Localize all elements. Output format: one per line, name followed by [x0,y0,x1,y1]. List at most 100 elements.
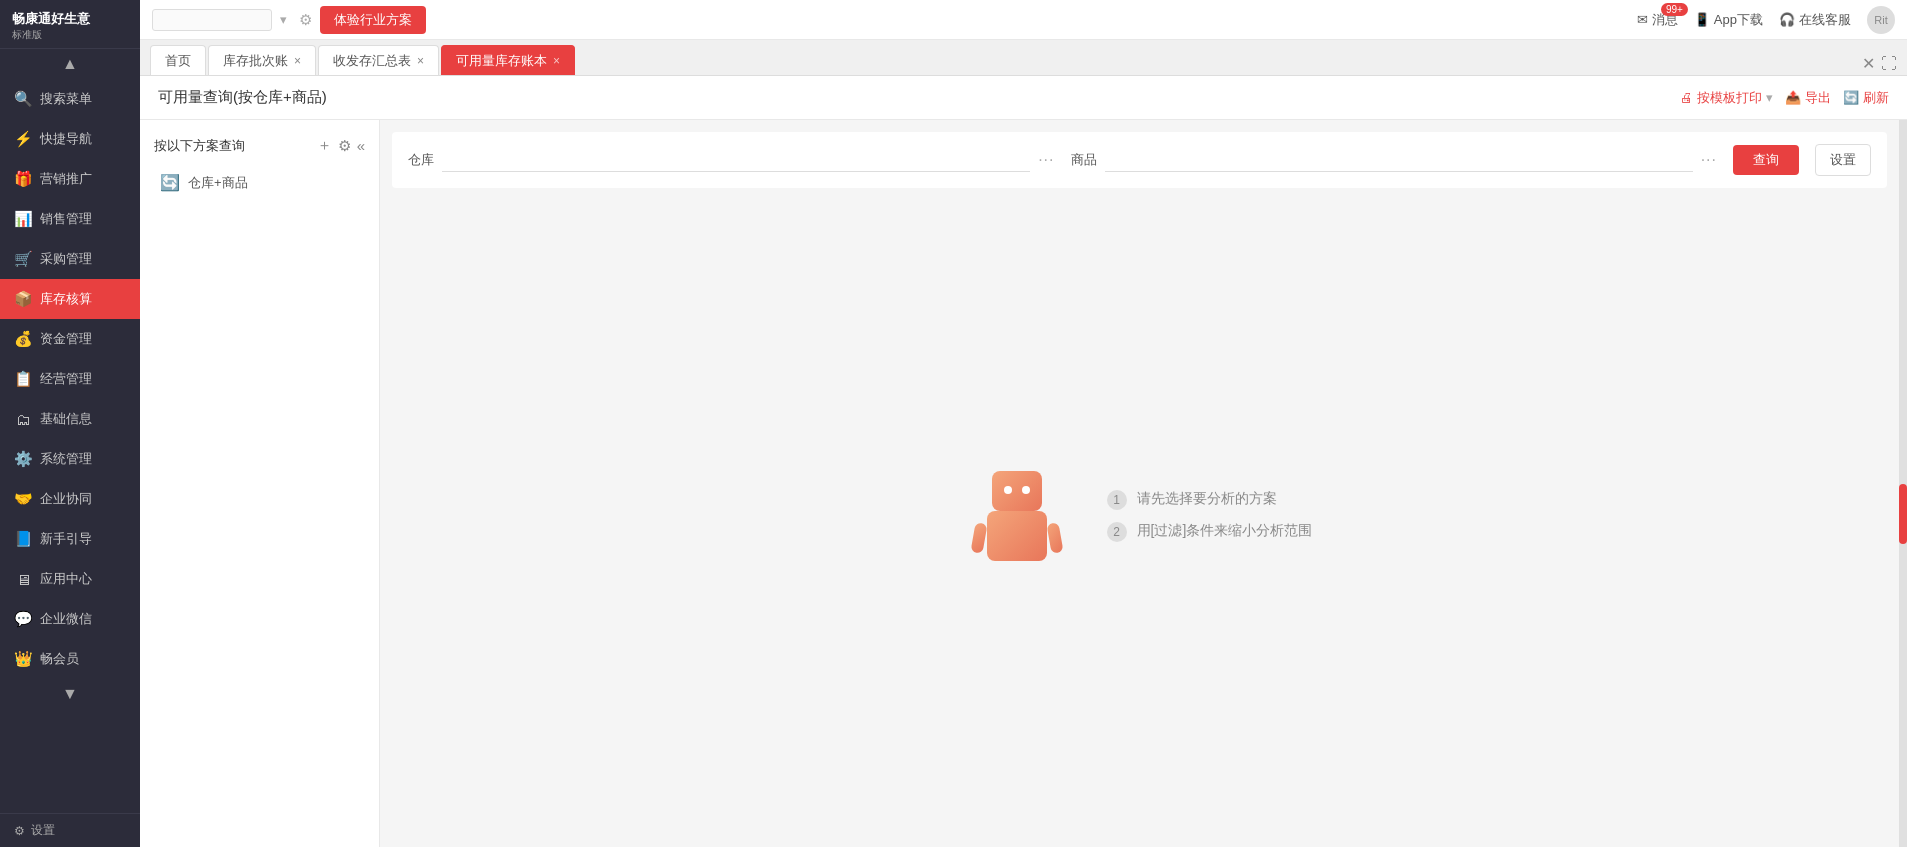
online-service-button[interactable]: 🎧 在线客服 [1779,11,1851,29]
filter-item[interactable]: 🔄 仓库+商品 [140,165,379,200]
sidebar-item-label-shortcut: 快捷导航 [40,130,92,148]
sidebar-item-inventory[interactable]: 📦 库存核算 [0,279,140,319]
page-header: 可用量查询(按仓库+商品) 🖨 按模板打印 ▾ 📤 导出 🔄 刷新 [140,76,1907,120]
sidebar-item-label-member: 畅会员 [40,650,79,668]
empty-tip-1: 1 请先选择要分析的方案 [1107,490,1313,510]
tabs-container: 首页库存批次账 × 收发存汇总表 × 可用量库存账本 × [150,45,575,75]
warehouse-label: 仓库 [408,151,434,169]
sidebar-item-member[interactable]: 👑 畅会员 [0,639,140,679]
filter-item-label: 仓库+商品 [188,174,248,192]
warehouse-input[interactable] [442,148,1030,172]
avatar-text: Rit [1874,14,1887,26]
filter-header-label: 按以下方案查询 [154,137,245,155]
gear-icon[interactable]: ⚙ [299,11,312,29]
settings-icon: ⚙ [14,824,25,838]
industry-solution-button[interactable]: 体验行业方案 [320,6,426,34]
add-filter-button[interactable]: ＋ [317,136,332,155]
app-download-label: App下载 [1714,11,1763,29]
sidebar-bottom-settings[interactable]: ⚙ 设置 [0,813,140,847]
product-input[interactable] [1105,148,1693,172]
search-input[interactable] [152,9,272,31]
system-icon: ⚙️ [14,450,32,468]
tab-label-available: 可用量库存账本 [456,52,547,70]
print-button[interactable]: 🖨 按模板打印 ▾ [1680,89,1773,107]
phone-icon: 📱 [1694,12,1710,27]
robot-arm-left [970,522,987,554]
refresh-button[interactable]: 🔄 刷新 [1843,89,1889,107]
close-tab-button[interactable]: ✕ [1862,54,1875,73]
sidebar-item-marketing[interactable]: 🎁 营销推广 [0,159,140,199]
logo-subtitle: 标准版 [12,28,128,42]
topbar-right: ✉ 消息 99+ 📱 App下载 🎧 在线客服 Rit [1637,6,1895,34]
sidebar-scroll-up[interactable]: ▲ [0,49,140,79]
avatar[interactable]: Rit [1867,6,1895,34]
right-scrollbar[interactable] [1899,120,1907,847]
tab-close-receipt[interactable]: × [417,54,424,68]
printer-icon: 🖨 [1680,90,1693,105]
headset-icon: 🎧 [1779,12,1795,27]
page-actions: 🖨 按模板打印 ▾ 📤 导出 🔄 刷新 [1680,89,1889,107]
sidebar-item-shortcut[interactable]: ⚡ 快捷导航 [0,119,140,159]
tab-close-batch[interactable]: × [294,54,301,68]
tab-label-batch: 库存批次账 [223,52,288,70]
sidebar-item-finance[interactable]: 💰 资金管理 [0,319,140,359]
sidebar-scroll-down[interactable]: ▼ [0,679,140,709]
product-more-icon[interactable]: ··· [1701,151,1717,169]
tip-text-1: 请先选择要分析的方案 [1137,490,1277,508]
robot-arm-right [1046,522,1063,554]
robot-body [987,511,1047,561]
print-label: 按模板打印 [1697,89,1762,107]
sidebar-item-system[interactable]: ⚙️ 系统管理 [0,439,140,479]
product-label: 商品 [1071,151,1097,169]
topbar: ▾ ⚙ 体验行业方案 ✉ 消息 99+ 📱 App下载 🎧 在线客服 Rit [140,0,1907,40]
export-button[interactable]: 📤 导出 [1785,89,1831,107]
sidebar-item-enterprise[interactable]: 🤝 企业协同 [0,479,140,519]
sidebar-item-operations[interactable]: 📋 经营管理 [0,359,140,399]
sidebar-item-label-finance: 资金管理 [40,330,92,348]
member-icon: 👑 [14,650,32,668]
filter-item-icon: 🔄 [160,173,180,192]
tab-label-receipt: 收发存汇总表 [333,52,411,70]
tab-home[interactable]: 首页 [150,45,206,75]
maximize-tab-button[interactable]: ⛶ [1881,55,1897,73]
tab-actions: ✕ ⛶ [1862,54,1897,75]
sidebar-item-sales[interactable]: 📊 销售管理 [0,199,140,239]
message-button[interactable]: ✉ 消息 99+ [1637,11,1678,29]
tab-receipt[interactable]: 收发存汇总表 × [318,45,439,75]
warehouse-more-icon[interactable]: ··· [1038,151,1054,169]
sidebar-item-search[interactable]: 🔍 搜索菜单 [0,79,140,119]
sidebar-logo: 畅康通好生意 标准版 [0,0,140,49]
query-button[interactable]: 查询 [1733,145,1799,175]
empty-state: 1 请先选择要分析的方案 2 用[过滤]条件来缩小分析范围 [392,196,1887,835]
tab-batch[interactable]: 库存批次账 × [208,45,316,75]
sidebar-item-appcenter[interactable]: 🖥 应用中心 [0,559,140,599]
refresh-label: 刷新 [1863,89,1889,107]
sidebar-nav: ▲ 🔍 搜索菜单 ⚡ 快捷导航 🎁 营销推广 📊 销售管理 🛒 采购管理 📦 库… [0,49,140,813]
settings-button[interactable]: 设置 [1815,144,1871,176]
page-title: 可用量查询(按仓库+商品) [158,88,1680,107]
sidebar-item-label-purchase: 采购管理 [40,250,92,268]
filter-settings-button[interactable]: ⚙ [338,136,351,155]
message-badge: 99+ [1661,3,1688,16]
sidebar-item-purchase[interactable]: 🛒 采购管理 [0,239,140,279]
tip-num-2: 2 [1107,522,1127,542]
robot-eye-left [1004,486,1012,494]
sidebar-item-label-system: 系统管理 [40,450,92,468]
sidebar-item-wechat[interactable]: 💬 企业微信 [0,599,140,639]
sidebar-bottom-label: 设置 [31,822,55,839]
tab-close-available[interactable]: × [553,54,560,68]
wechat-icon: 💬 [14,610,32,628]
sidebar-items: 🔍 搜索菜单 ⚡ 快捷导航 🎁 营销推广 📊 销售管理 🛒 采购管理 📦 库存核… [0,79,140,679]
sidebar-item-newguide[interactable]: 📘 新手引导 [0,519,140,559]
sidebar-item-label-marketing: 营销推广 [40,170,92,188]
content-area: 按以下方案查询 ＋ ⚙ « 🔄 仓库+商品 仓库 ··· [140,120,1907,847]
filter-header: 按以下方案查询 ＋ ⚙ « [140,130,379,165]
app-download-button[interactable]: 📱 App下载 [1694,11,1763,29]
inventory-icon: 📦 [14,290,32,308]
tab-available[interactable]: 可用量库存账本 × [441,45,575,75]
collapse-filter-button[interactable]: « [357,136,365,155]
chevron-down-icon[interactable]: ▾ [280,12,287,27]
search-icon: 🔍 [14,90,32,108]
sidebar-item-basics[interactable]: 🗂 基础信息 [0,399,140,439]
operations-icon: 📋 [14,370,32,388]
